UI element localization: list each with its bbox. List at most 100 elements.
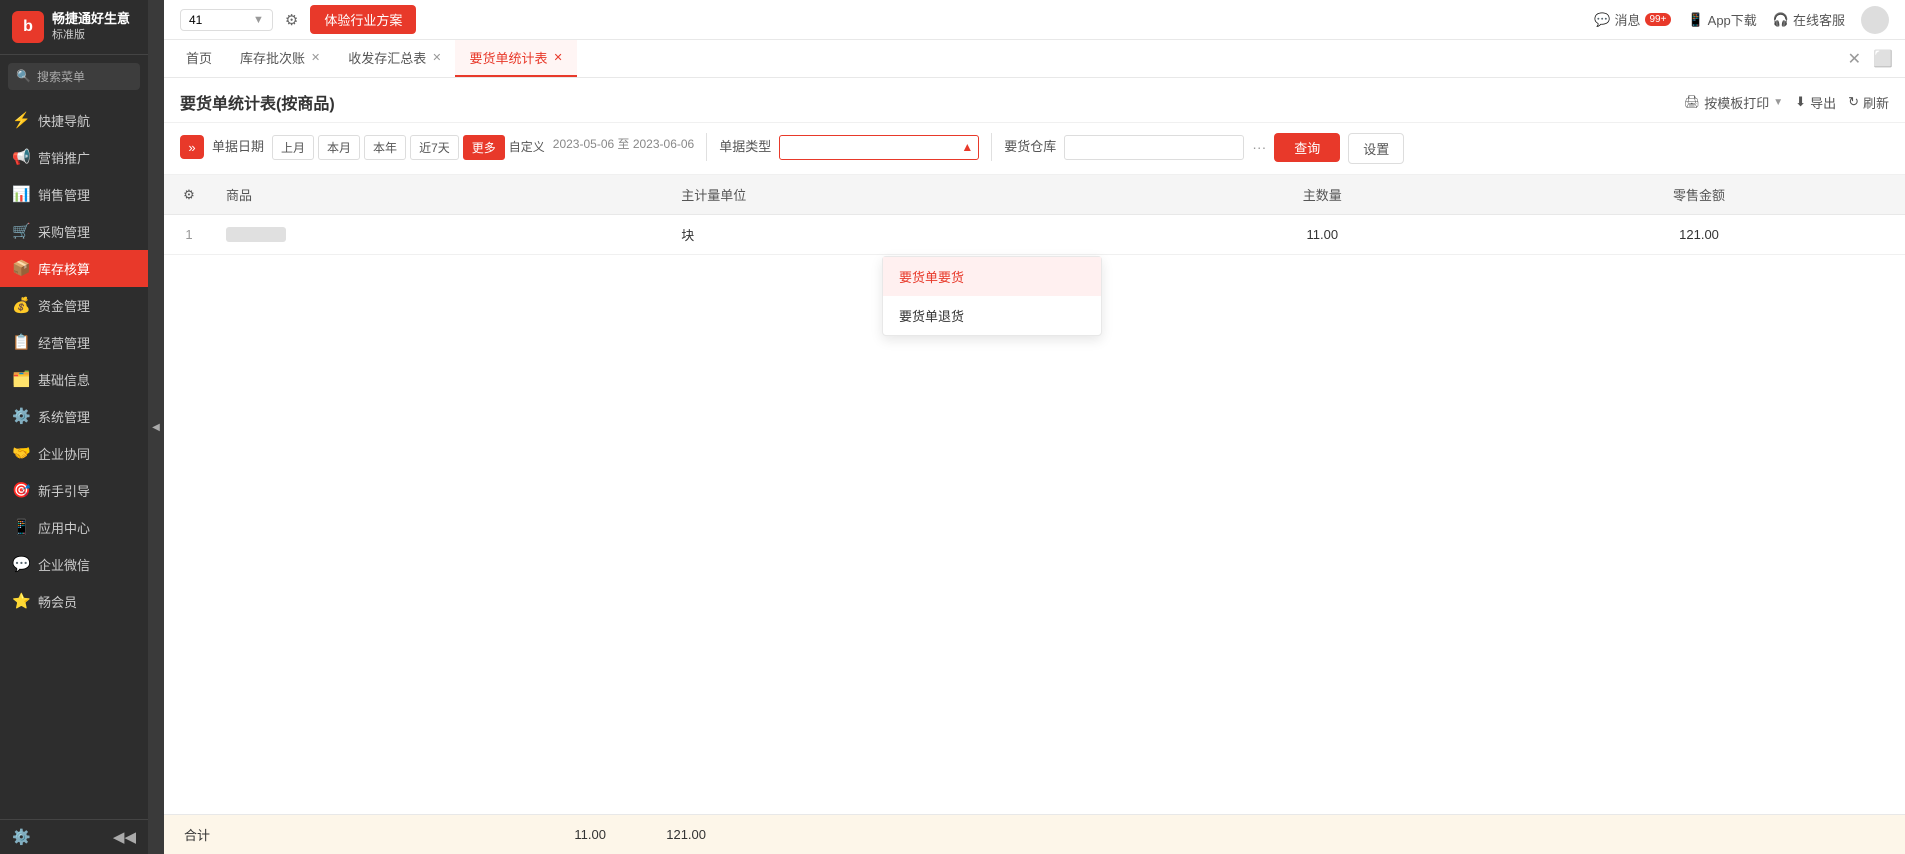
page-title: 要货单统计表(按商品)	[180, 90, 335, 114]
sidebar-item-sales[interactable]: 📊 销售管理	[0, 176, 148, 213]
warehouse-label: 要货仓库	[1004, 133, 1056, 161]
table-row: 1 ██████ 块 11.00 121.00	[164, 215, 1905, 255]
product-blurred: ██████	[226, 227, 286, 242]
col-unit: 主计量单位	[669, 175, 1151, 215]
sidebar-toggle[interactable]: ◀	[148, 0, 164, 854]
tab-inventory-batch[interactable]: 库存批次账 ✕	[226, 40, 334, 77]
sidebar-item-guide[interactable]: 🎯 新手引导	[0, 472, 148, 509]
top-settings-icon[interactable]: ⚙	[285, 11, 298, 29]
close-tab-icon[interactable]: ✕	[1844, 45, 1865, 73]
type-select: ▲	[779, 135, 979, 160]
warehouse-input[interactable]	[1064, 135, 1244, 160]
footer-main-qty: 11.00	[506, 827, 606, 842]
col-settings[interactable]: ⚙	[164, 175, 214, 215]
sidebar-item-finance[interactable]: 💰 资金管理	[0, 287, 148, 324]
table-footer: 合计 11.00 121.00	[164, 814, 1905, 854]
search-icon: 🔍	[16, 69, 31, 83]
top-bar: ▼ ⚙ 体验行业方案 💬 消息 99+ 📱 App下载 🎧 在线客服	[164, 0, 1905, 40]
messages-btn[interactable]: 💬 消息 99+	[1594, 10, 1671, 29]
filter-expand-button[interactable]: »	[180, 135, 204, 159]
close-order-stats-tab[interactable]: ✕	[554, 51, 563, 64]
trial-button[interactable]: 体验行业方案	[310, 5, 416, 34]
filter-divider-2	[991, 133, 992, 161]
sidebar-item-enterprise[interactable]: 🤝 企业协同	[0, 435, 148, 472]
col-product: 商品	[214, 175, 669, 215]
warehouse-more-icon[interactable]: ···	[1252, 139, 1266, 155]
purchase-icon: 🛒	[12, 222, 30, 240]
restore-tab-icon[interactable]: ⬜	[1869, 45, 1897, 73]
this-month-btn[interactable]: 本月	[318, 135, 360, 160]
wechat-icon: 💬	[12, 555, 30, 573]
table-footer-wrapper: 合计 11.00 121.00	[164, 814, 1905, 854]
dropdown-item-0[interactable]: 要货单要货	[883, 257, 1101, 296]
filter-bar: » 单据日期 上月 本月 本年 近7天 更多 自定义 2023-05-06 至 …	[164, 123, 1905, 175]
settings-button[interactable]: 设置	[1348, 133, 1404, 164]
tab-home[interactable]: 首页	[172, 40, 226, 77]
col-main-qty: 主数量	[1152, 175, 1493, 215]
online-service-btn[interactable]: 🎧 在线客服	[1773, 10, 1845, 29]
more-dates-btn[interactable]: 更多	[463, 135, 505, 160]
user-avatar[interactable]	[1861, 6, 1889, 34]
basic-icon: 🗂️	[12, 370, 30, 388]
custom-date-link[interactable]: 自定义	[509, 133, 545, 161]
sidebar-item-marketing[interactable]: 📢 营销推广	[0, 139, 148, 176]
tab-order-stats[interactable]: 要货单统计表 ✕	[455, 40, 576, 77]
member-icon: ⭐	[12, 592, 30, 610]
footer-retail-amt: 121.00	[606, 827, 706, 842]
tab-bar: 首页 库存批次账 ✕ 收发存汇总表 ✕ 要货单统计表 ✕ ✕ ⬜	[164, 40, 1905, 78]
sidebar-search[interactable]: 🔍 搜索菜单	[8, 63, 140, 90]
print-icon: 🖨	[1684, 94, 1701, 110]
print-button[interactable]: 🖨 按模板打印 ▼	[1684, 93, 1783, 112]
sidebar-item-system[interactable]: ⚙️ 系统管理	[0, 398, 148, 435]
type-select-input[interactable]	[779, 135, 979, 160]
app-download-btn[interactable]: 📱 App下载	[1687, 10, 1756, 29]
query-button[interactable]: 查询	[1274, 133, 1340, 162]
top-bar-number-input[interactable]	[189, 13, 249, 27]
data-table: ⚙ 商品 主计量单位 主数量 零售金额 1 ██████ 块 11.00	[164, 175, 1905, 255]
system-icon: ⚙️	[12, 407, 30, 425]
close-inventory-batch-tab[interactable]: ✕	[311, 51, 320, 64]
last-month-btn[interactable]: 上月	[272, 135, 314, 160]
print-dropdown-icon: ▼	[1773, 97, 1783, 108]
footer-label: 合计	[176, 825, 406, 844]
sidebar-item-operations[interactable]: 📋 经营管理	[0, 324, 148, 361]
app-brand: 畅捷通好生意 标准版	[52, 10, 130, 44]
dropdown-item-1[interactable]: 要货单退货	[883, 296, 1101, 335]
last-7-days-btn[interactable]: 近7天	[410, 135, 459, 160]
sidebar: b 畅捷通好生意 标准版 🔍 搜索菜单 ⚡ 快捷导航 📢 营销推广 📊 销售管理…	[0, 0, 148, 854]
sidebar-item-purchase[interactable]: 🛒 采购管理	[0, 213, 148, 250]
date-label: 单据日期	[212, 133, 264, 161]
top-bar-input-group: ▼	[180, 9, 273, 31]
page-actions: 🖨 按模板打印 ▼ ⬇ 导出 ↻ 刷新	[1684, 93, 1889, 112]
collapse-sidebar-icon[interactable]: ◀◀	[113, 828, 136, 846]
main-area: ▼ ⚙ 体验行业方案 💬 消息 99+ 📱 App下载 🎧 在线客服 首页	[164, 0, 1905, 854]
export-icon: ⬇	[1795, 94, 1806, 110]
export-button[interactable]: ⬇ 导出	[1795, 93, 1836, 112]
sidebar-item-member[interactable]: ⭐ 畅会员	[0, 583, 148, 620]
marketing-icon: 📢	[12, 148, 30, 166]
cell-retail-amt: 121.00	[1493, 215, 1905, 255]
cell-row-num: 1	[164, 215, 214, 255]
page-content: 要货单统计表(按商品) 🖨 按模板打印 ▼ ⬇ 导出 ↻ 刷新 »	[164, 78, 1905, 854]
tab-stock-summary[interactable]: 收发存汇总表 ✕	[334, 40, 455, 77]
sidebar-item-basic[interactable]: 🗂️ 基础信息	[0, 361, 148, 398]
type-filter-group: 单据类型 ▲	[719, 133, 979, 161]
headset-icon: 🎧	[1773, 12, 1789, 28]
settings-footer-icon[interactable]: ⚙️	[12, 828, 31, 846]
page-header: 要货单统计表(按商品) 🖨 按模板打印 ▼ ⬇ 导出 ↻ 刷新	[164, 78, 1905, 123]
close-stock-summary-tab[interactable]: ✕	[432, 51, 441, 64]
app-center-icon: 📱	[12, 518, 30, 536]
this-year-btn[interactable]: 本年	[364, 135, 406, 160]
guide-icon: 🎯	[12, 481, 30, 499]
cell-unit: 块	[669, 215, 1151, 255]
top-bar-right: 💬 消息 99+ 📱 App下载 🎧 在线客服	[1594, 6, 1889, 34]
cell-product: ██████	[214, 215, 669, 255]
sales-icon: 📊	[12, 185, 30, 203]
sidebar-item-app-center[interactable]: 📱 应用中心	[0, 509, 148, 546]
sidebar-item-wechat[interactable]: 💬 企业微信	[0, 546, 148, 583]
dropdown-arrow-icon: ▼	[253, 14, 264, 26]
sidebar-footer: ⚙️ ◀◀	[0, 819, 148, 854]
sidebar-item-inventory[interactable]: 📦 库存核算	[0, 250, 148, 287]
sidebar-item-quick-nav[interactable]: ⚡ 快捷导航	[0, 102, 148, 139]
refresh-button[interactable]: ↻ 刷新	[1848, 93, 1889, 112]
